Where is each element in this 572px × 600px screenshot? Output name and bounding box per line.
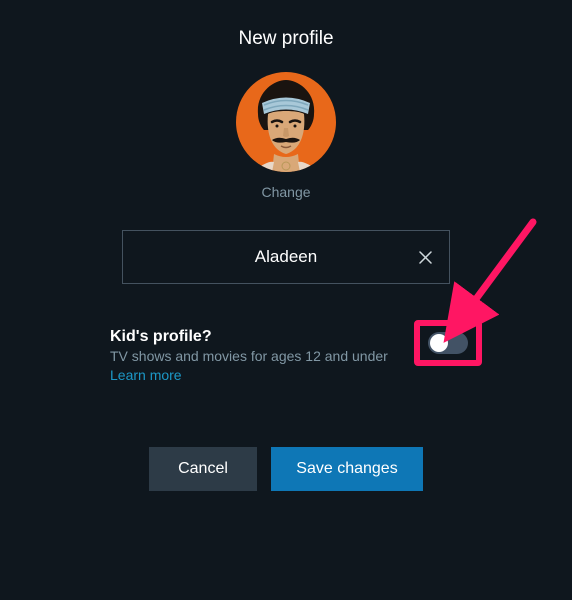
name-field-wrap: [122, 230, 450, 284]
cancel-button[interactable]: Cancel: [149, 447, 257, 491]
toggle-knob: [430, 334, 448, 352]
close-icon: [419, 251, 432, 264]
kids-profile-row: Kid's profile? TV shows and movies for a…: [110, 328, 482, 385]
clear-name-button[interactable]: [414, 246, 436, 268]
profile-avatar[interactable]: [236, 72, 336, 172]
profile-name-input[interactable]: [122, 230, 450, 284]
page-title: New profile: [0, 0, 572, 50]
change-avatar-link[interactable]: Change: [261, 184, 310, 200]
button-row: Cancel Save changes: [0, 447, 572, 491]
avatar-image: [236, 72, 336, 172]
save-changes-button[interactable]: Save changes: [271, 447, 423, 491]
kids-profile-title: Kid's profile?: [110, 328, 414, 346]
learn-more-link[interactable]: Learn more: [110, 367, 182, 383]
annotation-highlight-box: [414, 320, 482, 366]
kids-profile-subtitle: TV shows and movies for ages 12 and unde…: [110, 348, 414, 364]
avatar-section: Change: [0, 72, 572, 200]
kids-profile-text: Kid's profile? TV shows and movies for a…: [110, 328, 414, 385]
kids-profile-toggle[interactable]: [428, 332, 468, 354]
